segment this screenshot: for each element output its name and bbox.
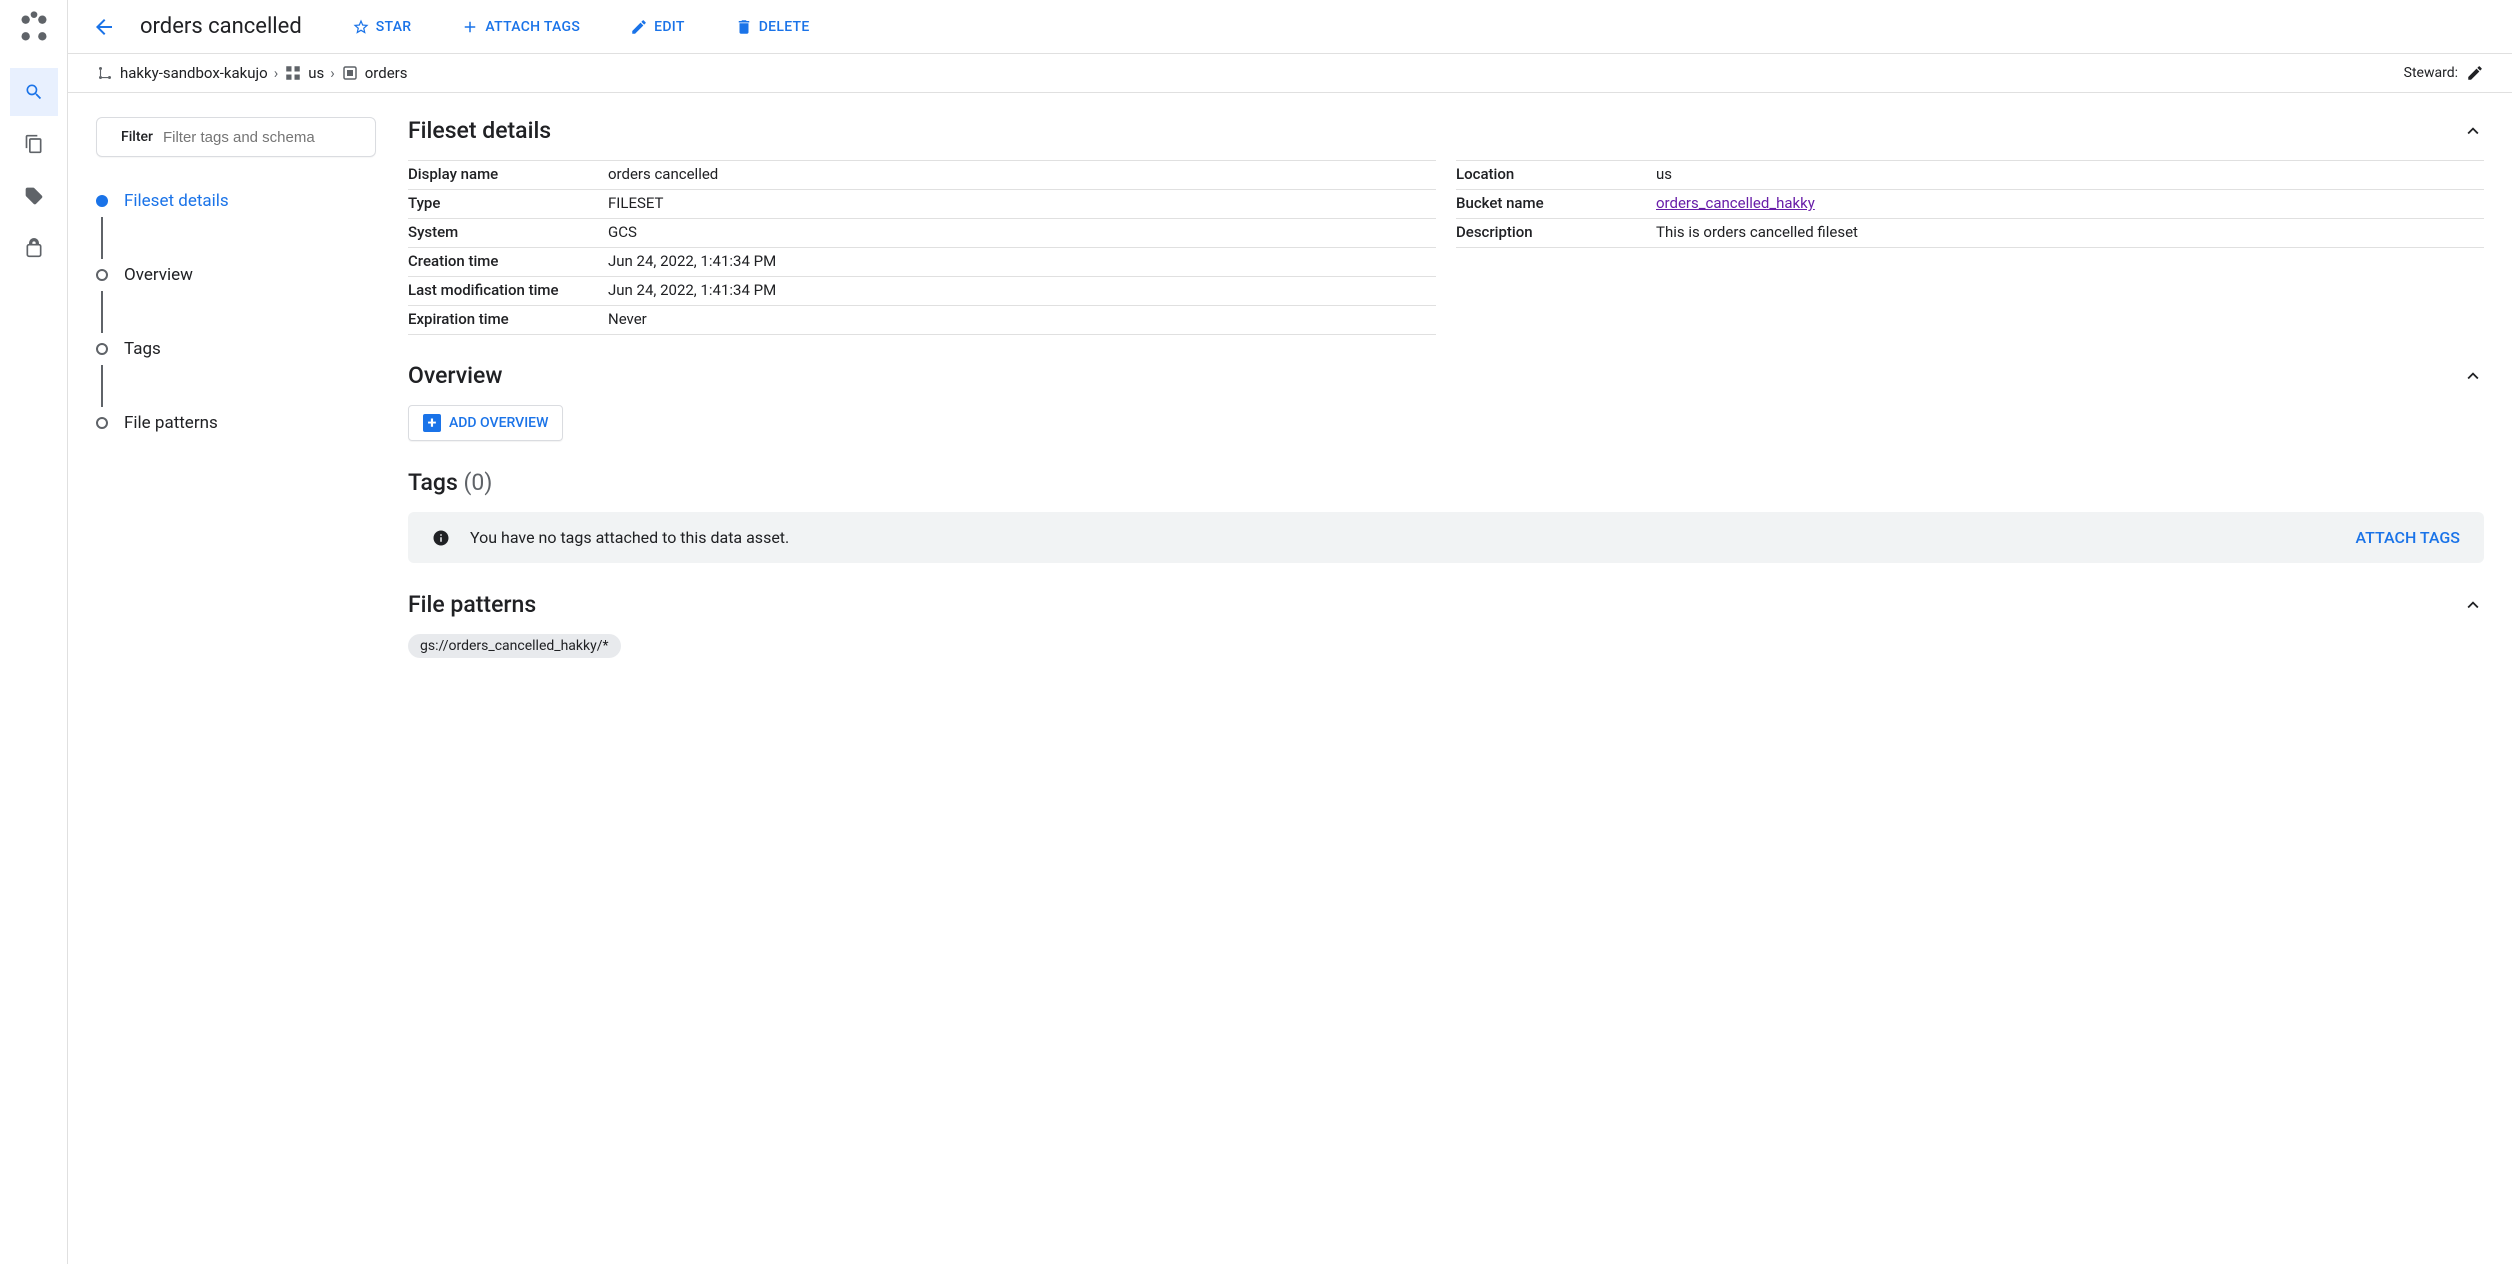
kv-key: Expiration time — [408, 310, 608, 328]
entry-icon — [341, 64, 359, 82]
chevron-right-icon: › — [274, 64, 279, 82]
filter-input[interactable] — [163, 129, 362, 146]
search-icon — [24, 82, 44, 102]
kv-key: Type — [408, 194, 608, 212]
attach-tags-link[interactable]: ATTACH TAGS — [2355, 528, 2460, 547]
kv-key: Description — [1456, 223, 1656, 241]
back-button[interactable] — [84, 7, 124, 47]
filter-label: Filter — [121, 129, 153, 145]
add-overview-button[interactable]: + ADD OVERVIEW — [408, 405, 563, 441]
attach-tags-button[interactable]: ATTACH TAGS — [449, 10, 592, 44]
lock-icon — [24, 238, 44, 258]
section-nav: Fileset details Overview Tags — [96, 185, 408, 439]
file-patterns-section: File patterns gs://orders_cancelled_hakk… — [408, 591, 2484, 658]
kv-value: us — [1656, 165, 1672, 183]
kv-row: Locationus — [1456, 160, 2484, 190]
star-button[interactable]: STAR — [340, 10, 424, 44]
fileset-details-section: Fileset details Display nameorders cance… — [408, 117, 2484, 334]
kv-key: System — [408, 223, 608, 241]
delete-button[interactable]: DELETE — [723, 10, 822, 44]
kv-key: Display name — [408, 165, 608, 183]
plus-icon: + — [423, 414, 441, 432]
page-header: orders cancelled STAR ATTACH TAGS EDIT D… — [68, 0, 2512, 54]
hierarchy-icon — [96, 64, 114, 82]
section-title: Fileset details — [408, 117, 551, 144]
kv-value: FILESET — [608, 194, 664, 212]
kv-value: GCS — [608, 223, 637, 241]
kv-key: Creation time — [408, 252, 608, 270]
breadcrumb-location[interactable]: us — [284, 64, 324, 82]
edit-icon — [630, 18, 648, 36]
kv-value: orders_cancelled_hakky — [1656, 194, 1815, 212]
nav-file-patterns[interactable]: File patterns — [96, 407, 408, 439]
page-title: orders cancelled — [140, 14, 302, 39]
kv-value: Jun 24, 2022, 1:41:34 PM — [608, 252, 776, 270]
kv-row: Creation timeJun 24, 2022, 1:41:34 PM — [408, 247, 1436, 277]
arrow-back-icon — [92, 15, 116, 39]
bucket-link[interactable]: orders_cancelled_hakky — [1656, 194, 1815, 212]
breadcrumb-entry[interactable]: orders — [341, 64, 408, 82]
kv-row: SystemGCS — [408, 218, 1436, 248]
chevron-right-icon: › — [330, 64, 335, 82]
star-outline-icon — [352, 18, 370, 36]
kv-row: DescriptionThis is orders cancelled file… — [1456, 218, 2484, 248]
nav-dot-icon — [96, 269, 108, 281]
product-logo — [14, 8, 54, 48]
delete-icon — [735, 18, 753, 36]
left-sidebar — [0, 0, 68, 1264]
nav-tags[interactable]: Tags — [96, 333, 408, 365]
no-tags-banner: You have no tags attached to this data a… — [408, 512, 2484, 563]
copy-icon — [24, 134, 44, 154]
section-title: Overview — [408, 362, 502, 389]
sidebar-tag[interactable] — [10, 172, 58, 220]
chevron-up-icon[interactable] — [2462, 594, 2484, 616]
kv-value: Jun 24, 2022, 1:41:34 PM — [608, 281, 776, 299]
plus-icon — [461, 18, 479, 36]
nav-fileset-details[interactable]: Fileset details — [96, 185, 408, 217]
nav-dot-icon — [96, 343, 108, 355]
filter-box[interactable]: Filter — [96, 117, 376, 157]
info-icon — [432, 529, 450, 547]
nav-dot-icon — [96, 195, 108, 207]
edit-icon[interactable] — [2466, 64, 2484, 82]
nav-dot-icon — [96, 417, 108, 429]
chevron-up-icon[interactable] — [2462, 365, 2484, 387]
edit-button[interactable]: EDIT — [618, 10, 697, 44]
kv-row: TypeFILESET — [408, 189, 1436, 219]
sidebar-copy[interactable] — [10, 120, 58, 168]
kv-row: Bucket nameorders_cancelled_hakky — [1456, 189, 2484, 219]
banner-message: You have no tags attached to this data a… — [470, 528, 2335, 547]
grid-icon — [284, 64, 302, 82]
kv-row: Last modification timeJun 24, 2022, 1:41… — [408, 276, 1436, 306]
kv-value: This is orders cancelled fileset — [1656, 223, 1858, 241]
tags-section: Tags (0) You have no tags attached to th… — [408, 469, 2484, 563]
file-pattern-chip: gs://orders_cancelled_hakky/* — [408, 634, 621, 658]
tag-icon — [24, 186, 44, 206]
kv-row: Display nameorders cancelled — [408, 160, 1436, 190]
breadcrumb-project[interactable]: hakky-sandbox-kakujo — [96, 64, 268, 82]
breadcrumb: hakky-sandbox-kakujo › us › orders Stewa… — [68, 54, 2512, 93]
kv-key: Bucket name — [1456, 194, 1656, 212]
kv-key: Location — [1456, 165, 1656, 183]
steward: Steward: — [2404, 64, 2484, 82]
section-title: Tags (0) — [408, 469, 492, 496]
kv-key: Last modification time — [408, 281, 608, 299]
sidebar-search[interactable] — [10, 68, 58, 116]
chevron-up-icon[interactable] — [2462, 120, 2484, 142]
kv-value: orders cancelled — [608, 165, 718, 183]
section-title: File patterns — [408, 591, 536, 618]
nav-overview[interactable]: Overview — [96, 259, 408, 291]
overview-section: Overview + ADD OVERVIEW — [408, 362, 2484, 441]
sidebar-lock[interactable] — [10, 224, 58, 272]
kv-row: Expiration timeNever — [408, 305, 1436, 335]
kv-value: Never — [608, 310, 647, 328]
